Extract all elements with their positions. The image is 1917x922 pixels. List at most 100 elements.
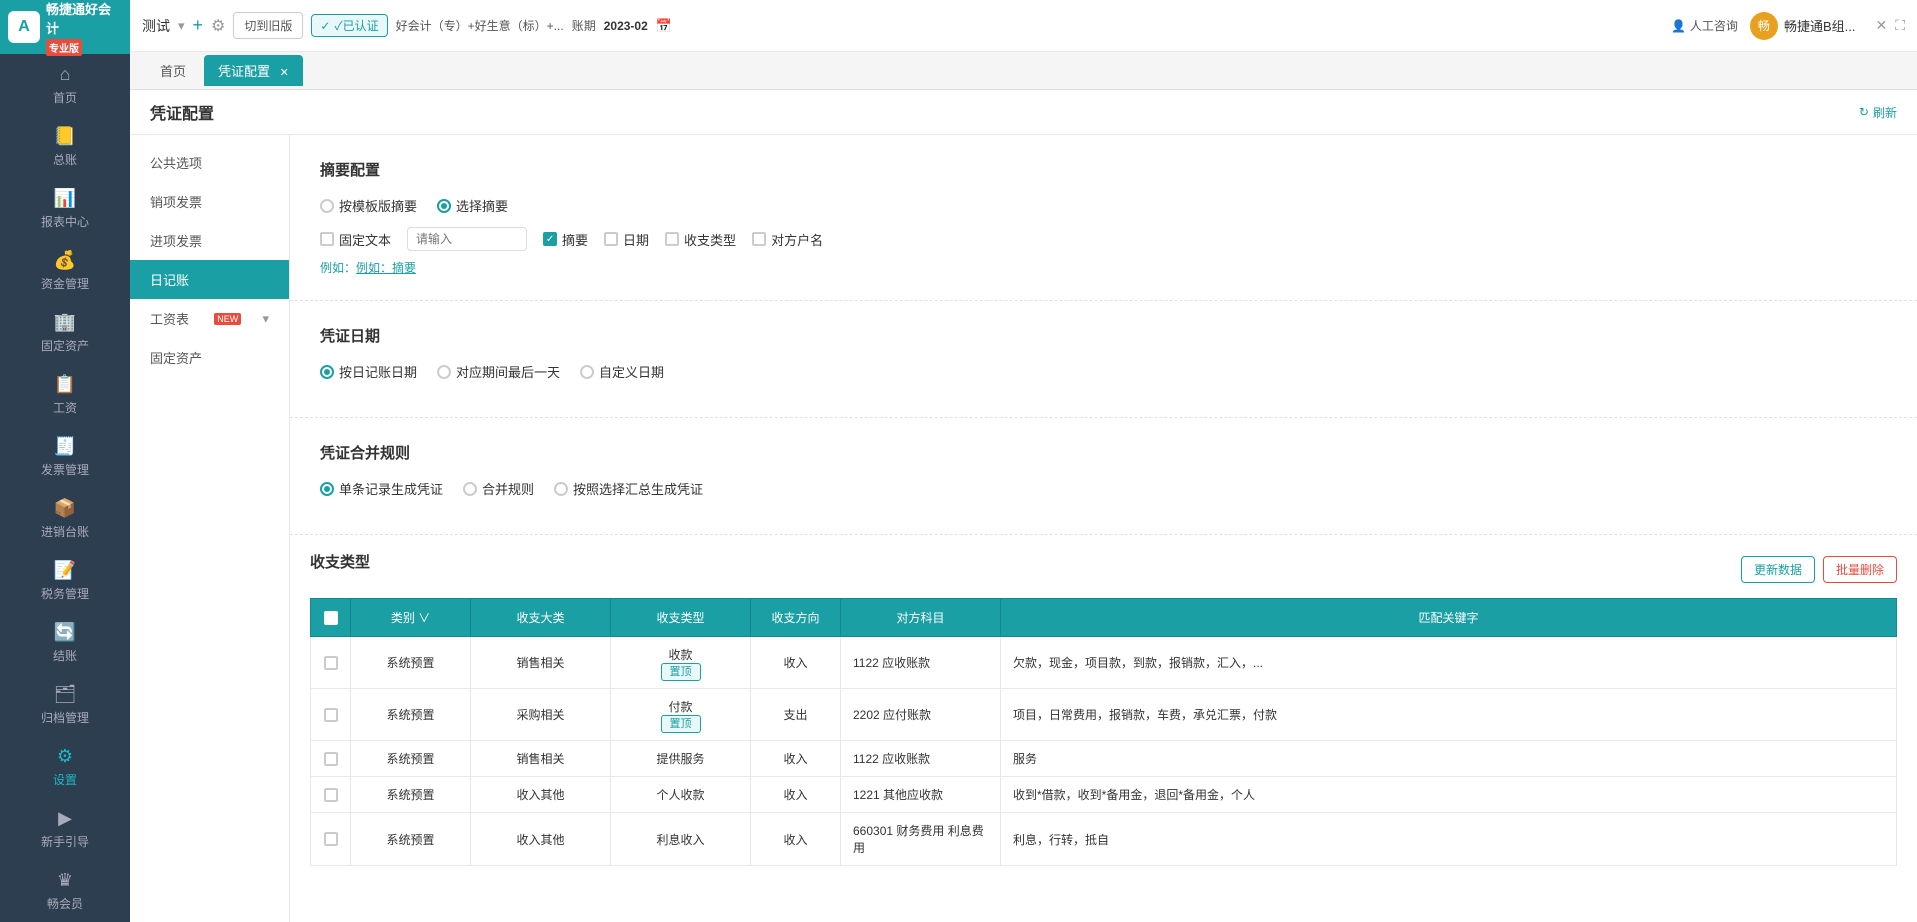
checkbox-type[interactable]: 收支类型 xyxy=(665,230,736,249)
tab-home[interactable]: 首页 xyxy=(146,55,200,86)
guide-icon: ▶ xyxy=(58,808,72,829)
checkbox-fixed-text[interactable]: 固定文本 xyxy=(320,230,391,249)
row-checkbox-2[interactable] xyxy=(324,752,338,766)
service-button[interactable]: 👤 人工咨询 xyxy=(1671,17,1738,34)
type-title: 收支类型 xyxy=(310,551,370,572)
merge-radio-group: 单条记录生成凭证 合并规则 按照选择汇总生成凭证 xyxy=(320,479,1887,498)
radio-last-day[interactable]: 对应期间最后一天 xyxy=(437,362,560,381)
tab-close-icon[interactable]: ✕ xyxy=(280,67,289,79)
radio-summary-gen-circle xyxy=(554,482,568,496)
left-nav-salary-table-label: 工资表 xyxy=(150,309,189,328)
row-checkbox-1[interactable] xyxy=(324,708,338,722)
left-nav-sales-invoice[interactable]: 销项发票 xyxy=(130,182,289,221)
col-header-category: 类别 ∨ xyxy=(351,599,471,637)
summary-title: 摘要配置 xyxy=(320,159,1887,180)
row-direction-1: 支出 xyxy=(751,689,841,741)
sidebar-item-settings[interactable]: ⚙ 设置 xyxy=(0,736,130,798)
col-header-check[interactable] xyxy=(311,599,351,637)
sidebar-item-archive[interactable]: 🗂 归档管理 xyxy=(0,674,130,736)
switch-version-button[interactable]: 切到旧版 xyxy=(233,12,303,39)
row-direction-3: 收入 xyxy=(751,777,841,813)
select-all-checkbox[interactable] xyxy=(324,611,338,625)
company-arrow-icon[interactable]: ▾ xyxy=(178,18,185,34)
update-data-button[interactable]: 更新数据 xyxy=(1741,556,1815,583)
row-type-2: 提供服务 xyxy=(611,741,751,777)
sidebar-item-invoice[interactable]: 🧾 发票管理 xyxy=(0,426,130,488)
main-area: 测试 ▾ + ⚙ 切到旧版 ✓ ✓已认证 好会计（专）+好生意（标）+... 账… xyxy=(130,0,1917,922)
sidebar-item-member[interactable]: ♛ 畅会员 xyxy=(0,860,130,922)
type-section: 收支类型 更新数据 批量删除 类别 ∨ xyxy=(290,535,1917,882)
summary-section: 摘要配置 按模板版摘要 选择摘要 xyxy=(290,135,1917,301)
left-nav-journal[interactable]: 日记账 xyxy=(130,260,289,299)
radio-journal-date[interactable]: 按日记账日期 xyxy=(320,362,417,381)
row-checkbox-0[interactable] xyxy=(324,656,338,670)
row-check-1[interactable] xyxy=(311,689,351,741)
checkbox-counterparty[interactable]: 对方户名 xyxy=(752,230,823,249)
left-nav: 公共选项 销项发票 进项发票 日记账 工资表 NEW ▾ xyxy=(130,135,290,922)
left-nav-public[interactable]: 公共选项 xyxy=(130,143,289,182)
radio-custom-date[interactable]: 自定义日期 xyxy=(580,362,664,381)
left-nav-salary-table[interactable]: 工资表 NEW ▾ xyxy=(130,299,289,338)
avatar: 畅 xyxy=(1750,12,1778,40)
sidebar-item-guide[interactable]: ▶ 新手引导 xyxy=(0,798,130,860)
refresh-button[interactable]: ↻ 刷新 xyxy=(1859,104,1897,121)
funds-icon: 💰 xyxy=(54,250,76,271)
refresh-icon: ↻ xyxy=(1859,105,1869,119)
radio-summary-gen[interactable]: 按照选择汇总生成凭证 xyxy=(554,479,703,498)
sidebar-item-salary[interactable]: 📋 工资 xyxy=(0,364,130,426)
calendar-icon[interactable]: 📅 xyxy=(656,18,672,34)
logo-subtitle: 专业版 xyxy=(46,39,82,56)
reset-tag-0[interactable]: 置顶 xyxy=(661,663,701,681)
left-nav-fixed-assets[interactable]: 固定资产 xyxy=(130,338,289,377)
topbar-add-icon[interactable]: + xyxy=(193,15,204,36)
date-section: 凭证日期 按日记账日期 对应期间最后一天 自定义日期 xyxy=(290,301,1917,418)
col-header-big-type: 收支大类 xyxy=(471,599,611,637)
fixed-text-input[interactable] xyxy=(407,227,527,251)
row-checkbox-3[interactable] xyxy=(324,788,338,802)
sidebar-label-funds: 资金管理 xyxy=(41,275,89,292)
maximize-window-icon[interactable]: ⛶ xyxy=(1895,17,1905,34)
sidebar-item-fixed-assets[interactable]: 🏢 固定资产 xyxy=(0,302,130,364)
radio-select-summary[interactable]: 选择摘要 xyxy=(437,196,508,215)
sidebar-item-reports[interactable]: 📊 报表中心 xyxy=(0,178,130,240)
merge-title: 凭证合并规则 xyxy=(320,442,1887,463)
left-nav-journal-label: 日记账 xyxy=(150,273,189,288)
fixed-text-label: 固定文本 xyxy=(339,230,391,249)
row-keywords-1: 项目，日常费用，报销款，车费，承兑汇票，付款 xyxy=(1001,689,1897,741)
example-link[interactable]: 例如：摘要 xyxy=(356,261,416,275)
batch-delete-button[interactable]: 批量删除 xyxy=(1823,556,1897,583)
row-type-4: 利息收入 xyxy=(611,813,751,866)
radio-circle-template xyxy=(320,199,334,213)
row-checkbox-4[interactable] xyxy=(324,832,338,846)
sidebar-item-tax[interactable]: 📝 税务管理 xyxy=(0,550,130,612)
row-type-3: 个人收款 xyxy=(611,777,751,813)
sidebar-label-fixed-assets: 固定资产 xyxy=(41,337,89,354)
tab-voucher-config[interactable]: 凭证配置 ✕ xyxy=(204,55,303,86)
reset-tag-1[interactable]: 置顶 xyxy=(661,715,701,733)
row-direction-0: 收入 xyxy=(751,637,841,689)
col-header-type: 收支类型 xyxy=(611,599,751,637)
sidebar-item-purchase-sales[interactable]: 📦 进销台账 xyxy=(0,488,130,550)
salary-icon: 📋 xyxy=(54,374,76,395)
checkbox-date[interactable]: 日期 xyxy=(604,230,649,249)
sidebar-item-funds[interactable]: 💰 资金管理 xyxy=(0,240,130,302)
user-menu[interactable]: 畅 畅捷通B组... xyxy=(1750,12,1856,40)
close-window-icon[interactable]: ✕ xyxy=(1875,17,1887,34)
new-badge: NEW xyxy=(214,313,241,325)
topbar-gear-icon[interactable]: ⚙ xyxy=(211,16,225,36)
sidebar-item-settlement[interactable]: 🔄 结账 xyxy=(0,612,130,674)
radio-template-summary[interactable]: 按模板版摘要 xyxy=(320,196,417,215)
row-check-2[interactable] xyxy=(311,741,351,777)
checkbox-summary[interactable]: ✓ 摘要 xyxy=(543,230,588,249)
radio-single-circle xyxy=(320,482,334,496)
sidebar: A 畅捷通好会计 专业版 ⌂ 首页 📒 总账 📊 报表中心 💰 资金管理 🏢 固… xyxy=(0,0,130,922)
left-nav-purchase-invoice[interactable]: 进项发票 xyxy=(130,221,289,260)
radio-single[interactable]: 单条记录生成凭证 xyxy=(320,479,443,498)
row-check-0[interactable] xyxy=(311,637,351,689)
radio-merge[interactable]: 合并规则 xyxy=(463,479,534,498)
row-check-4[interactable] xyxy=(311,813,351,866)
sidebar-item-home[interactable]: ⌂ 首页 xyxy=(0,54,130,116)
sidebar-item-ledger[interactable]: 📒 总账 xyxy=(0,116,130,178)
page-title: 凭证配置 xyxy=(150,100,214,124)
row-check-3[interactable] xyxy=(311,777,351,813)
